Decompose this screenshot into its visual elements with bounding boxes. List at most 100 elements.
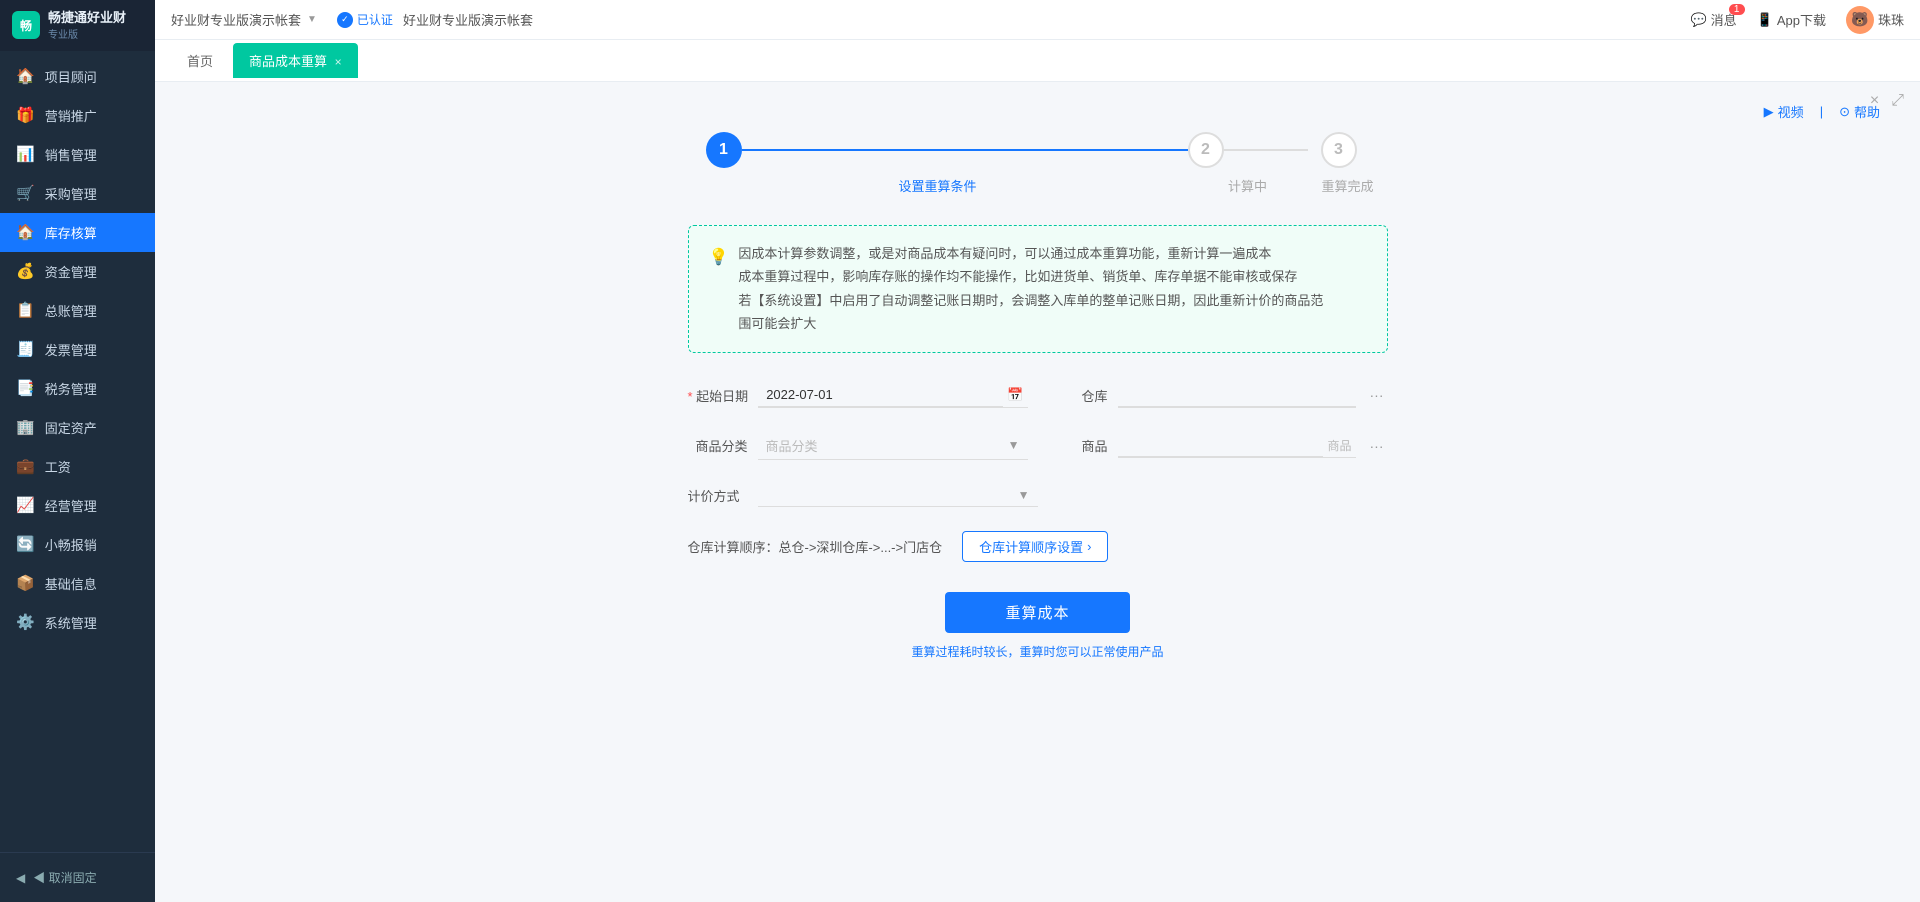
- category-select[interactable]: 商品分类 ▼: [758, 432, 1028, 460]
- category-select-arrow-icon: ▼: [1008, 438, 1020, 452]
- notification-badge: 1: [1729, 4, 1745, 15]
- calendar-icon[interactable]: 📅: [1003, 387, 1027, 403]
- recalc-section: 重算成本 重算过程耗时较长，重算时您可以正常使用产品: [688, 592, 1388, 660]
- goods-more-button[interactable]: ···: [1366, 434, 1388, 458]
- pricing-select[interactable]: ▼: [758, 484, 1038, 507]
- sidebar-item-system[interactable]: ⚙️ 系统管理: [0, 603, 155, 642]
- form-row-2: 商品分类 商品分类 ▼ 商品 商品 ···: [688, 432, 1388, 460]
- sidebar-item-inventory[interactable]: 🏠 库存核算: [0, 213, 155, 252]
- warehouse-input-wrap: [1118, 383, 1356, 408]
- app-download-label: App下载: [1777, 10, 1826, 29]
- sidebar-item-label: 项目顾问: [45, 67, 97, 86]
- warehouse-order-text: 仓库计算顺序：总仓->深圳仓库->...->门店仓: [688, 537, 943, 556]
- sidebar-item-business[interactable]: 📈 经营管理: [0, 486, 155, 525]
- warehouse-input[interactable]: [1118, 383, 1356, 407]
- sales-icon: 📊: [16, 145, 35, 163]
- goods-label: 商品: [1048, 436, 1108, 455]
- step-line-2: [1224, 149, 1308, 151]
- user-profile-button[interactable]: 🐻 珠珠: [1846, 6, 1904, 34]
- recalc-hint: 重算过程耗时较长，重算时您可以正常使用产品: [688, 643, 1388, 660]
- step-1-label: 设置重算条件: [898, 176, 976, 195]
- sidebar-item-project[interactable]: 🏠 项目顾问: [0, 57, 155, 96]
- avatar: 🐻: [1846, 6, 1874, 34]
- goods-field: 商品 商品 ···: [1048, 433, 1388, 458]
- main-area: 好业财专业版演示帐套 ▼ ✓ 已认证 好业财专业版演示帐套 💬 消息 1 📱 A…: [155, 0, 1920, 902]
- sidebar-item-label: 销售管理: [45, 145, 97, 164]
- help-link[interactable]: ⊙ 帮助: [1839, 102, 1880, 121]
- sidebar-item-sales[interactable]: 📊 销售管理: [0, 135, 155, 174]
- step-indicator: 1 设置重算条件 2 计算中: [688, 132, 1388, 195]
- expense-icon: 🔄: [16, 535, 35, 553]
- sidebar-item-label: 税务管理: [45, 379, 97, 398]
- marketing-icon: 🎁: [16, 106, 35, 124]
- verified-badge: ✓ 已认证: [337, 11, 393, 28]
- app-download-button[interactable]: 📱 App下载: [1757, 10, 1826, 29]
- sidebar-item-assets[interactable]: 🏢 固定资产: [0, 408, 155, 447]
- sidebar-item-label: 资金管理: [45, 262, 97, 281]
- expand-window-button[interactable]: ⤢: [1891, 92, 1904, 110]
- step-2-label: 计算中: [1228, 176, 1267, 195]
- sidebar-item-label: 总账管理: [45, 301, 97, 320]
- sidebar-item-finance[interactable]: 💰 资金管理: [0, 252, 155, 291]
- sidebar-item-label: 小畅报销: [45, 535, 97, 554]
- pricing-field: 计价方式 ▼: [688, 484, 1038, 507]
- start-date-input[interactable]: [758, 383, 1003, 407]
- pricing-label: 计价方式: [688, 486, 748, 505]
- step-3-circle: 3: [1321, 132, 1357, 168]
- mobile-icon: 📱: [1757, 12, 1773, 28]
- form-row-1: 起始日期 📅 仓库 ···: [688, 383, 1388, 408]
- recalc-btn-label: 重算成本: [1005, 605, 1069, 622]
- app-title-block: 畅捷通好业财 专业版: [48, 10, 126, 41]
- help-circle-icon: ⊙: [1839, 104, 1850, 120]
- video-link[interactable]: ▶ 视频: [1764, 102, 1804, 121]
- tab-close-icon[interactable]: ×: [335, 55, 342, 69]
- basic-icon: 📦: [16, 574, 35, 592]
- warehouse-order-arrow-icon: ›: [1087, 539, 1091, 554]
- warehouse-order-settings-button[interactable]: 仓库计算顺序设置 ›: [962, 531, 1108, 562]
- goods-input-wrap: 商品: [1118, 433, 1356, 458]
- warehouse-field: 仓库 ···: [1048, 383, 1388, 408]
- warehouse-more-button[interactable]: ···: [1366, 383, 1388, 407]
- sidebar: 畅 畅捷通好业财 专业版 🏠 项目顾问 🎁 营销推广 📊 销售管理 🛒 采购管理…: [0, 0, 155, 902]
- info-lamp-icon: 💡: [709, 244, 729, 336]
- category-placeholder: 商品分类: [766, 436, 1008, 455]
- sidebar-item-basic[interactable]: 📦 基础信息: [0, 564, 155, 603]
- sidebar-item-expense[interactable]: 🔄 小畅报销: [0, 525, 155, 564]
- info-line-1: 因成本计算参数调整，或是对商品成本有疑问时，可以通过成本重算功能，重新计算一遍成…: [738, 242, 1323, 265]
- cancel-pin-label: ◀ 取消固定: [33, 869, 96, 886]
- sidebar-item-label: 发票管理: [45, 340, 97, 359]
- sidebar-item-label: 库存核算: [45, 223, 97, 242]
- app-logo-icon: 畅: [12, 11, 40, 39]
- sidebar-bottom: ◀ ◀ 取消固定: [0, 852, 155, 902]
- sidebar-item-accounting[interactable]: 📋 总账管理: [0, 291, 155, 330]
- sidebar-item-purchase[interactable]: 🛒 采购管理: [0, 174, 155, 213]
- verified-text: 已认证: [357, 11, 393, 28]
- app-title: 畅捷通好业财: [48, 10, 126, 26]
- cancel-pin-icon: ◀: [16, 871, 25, 885]
- step-3-label: 重算完成: [1321, 176, 1373, 195]
- warehouse-label: 仓库: [1048, 386, 1108, 405]
- sidebar-item-tax[interactable]: 📑 税务管理: [0, 369, 155, 408]
- message-button[interactable]: 💬 消息 1: [1690, 10, 1736, 29]
- account-name: 好业财专业版演示帐套: [171, 10, 301, 29]
- tab-cost-recalc[interactable]: 商品成本重算 ×: [233, 43, 358, 78]
- sidebar-item-label: 经营管理: [45, 496, 97, 515]
- sidebar-item-salary[interactable]: 💼 工资: [0, 447, 155, 486]
- cancel-pin-button[interactable]: ◀ ◀ 取消固定: [0, 861, 155, 894]
- purchase-icon: 🛒: [16, 184, 35, 202]
- tab-home[interactable]: 首页: [171, 43, 229, 78]
- info-line-2: 成本重算过程中，影响库存账的操作均不能操作，比如进货单、销货单、库存单据不能审核…: [738, 265, 1323, 288]
- invoice-icon: 🧾: [16, 340, 35, 358]
- step-2-circle: 2: [1188, 132, 1224, 168]
- sidebar-item-invoice[interactable]: 🧾 发票管理: [0, 330, 155, 369]
- sidebar-item-label: 系统管理: [45, 613, 97, 632]
- account-selector[interactable]: 好业财专业版演示帐套 ▼: [171, 10, 317, 29]
- video-play-icon: ▶: [1764, 104, 1774, 120]
- category-label: 商品分类: [688, 436, 748, 455]
- recalc-button[interactable]: 重算成本: [945, 592, 1129, 633]
- goods-input[interactable]: [1118, 433, 1324, 457]
- sidebar-item-marketing[interactable]: 🎁 营销推广: [0, 96, 155, 135]
- info-line-3: 若【系统设置】中启用了自动调整记账日期时，会调整入库单的整单记账日期，因此重新计…: [738, 289, 1323, 312]
- start-date-input-wrap: 📅: [758, 383, 1027, 408]
- user-name: 珠珠: [1878, 10, 1904, 29]
